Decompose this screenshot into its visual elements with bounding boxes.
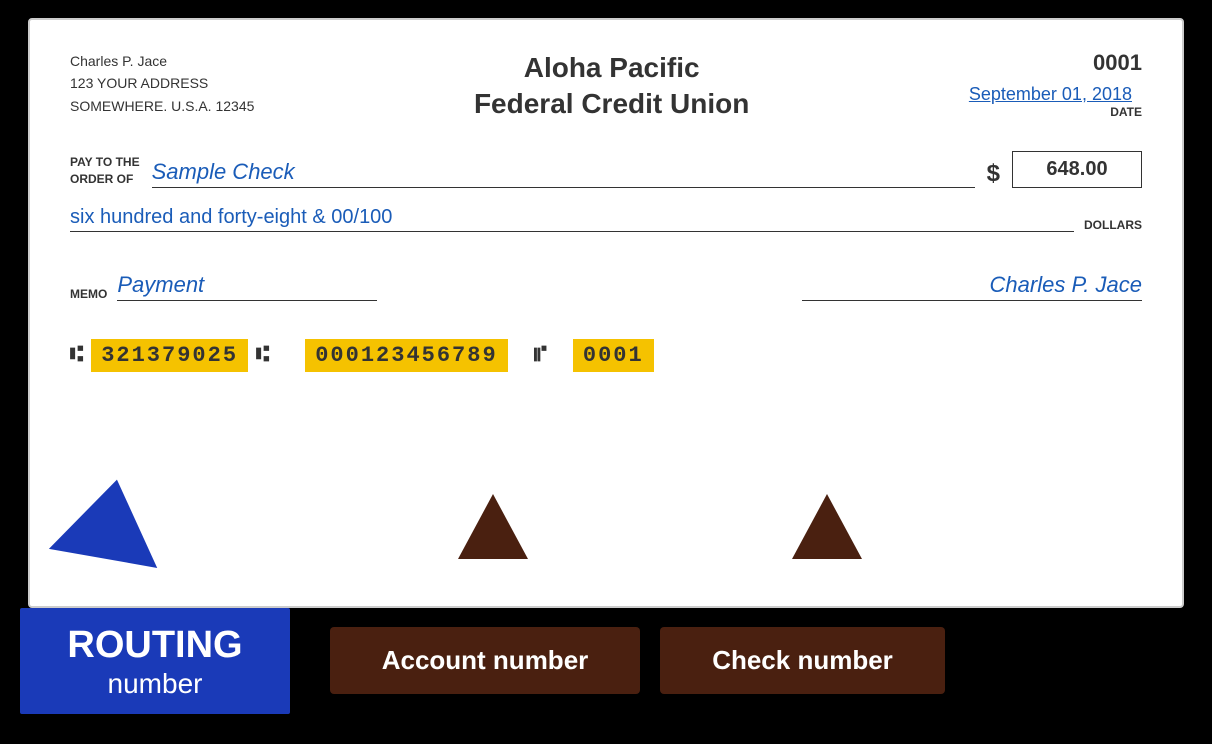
address-name: Charles P. Jace <box>70 50 254 72</box>
check-label-box: Check number <box>660 627 945 694</box>
check-date: September 01, 2018 <box>969 84 1132 105</box>
check-label-text: Check number <box>712 645 893 675</box>
check-address: Charles P. Jace 123 YOUR ADDRESS SOMEWHE… <box>70 50 254 117</box>
account-label-text: Account number <box>382 645 589 675</box>
account-label-box: Account number <box>330 627 640 694</box>
date-label: DATE <box>969 105 1142 119</box>
micr-open-symbol: ⑆ <box>70 343 83 368</box>
check-number-top: 0001 <box>969 50 1142 76</box>
bank-name: Aloha Pacific Federal Credit Union <box>254 50 968 123</box>
amount-words: six hundred and forty-eight & 00/100 <box>70 206 1074 232</box>
dollar-sign: $ <box>987 160 1000 188</box>
signature-value: Charles P. Jace <box>990 272 1142 297</box>
address-line2: SOMEWHERE. U.S.A. 12345 <box>70 95 254 117</box>
micr-close-symbol: ⑆ <box>256 343 269 368</box>
check: Charles P. Jace 123 YOUR ADDRESS SOMEWHE… <box>28 18 1184 608</box>
check-amount: 648.00 <box>1012 151 1142 188</box>
pay-to-label: PAY TO THE ORDER OF <box>70 154 140 188</box>
address-line1: 123 YOUR ADDRESS <box>70 72 254 94</box>
check-number-arrow <box>792 494 862 559</box>
micr-routing: 321379025 <box>91 339 248 372</box>
memo-label: MEMO <box>70 287 107 301</box>
micr-account: 000123456789 <box>305 339 507 372</box>
payee-name: Sample Check <box>152 159 295 184</box>
micr-line: ⑆ 321379025 ⑆ 000123456789 ⑈ 0001 <box>70 339 1142 372</box>
routing-label-bottom: number <box>30 668 280 700</box>
account-arrow <box>458 494 528 559</box>
dollars-label: DOLLARS <box>1084 218 1142 232</box>
micr-equal-symbol: ⑈ <box>534 343 547 368</box>
routing-label-box: ROUTING number <box>20 608 290 714</box>
memo-value: Payment <box>117 272 204 297</box>
routing-label-top: ROUTING <box>30 626 280 664</box>
micr-check-number: 0001 <box>573 339 654 372</box>
